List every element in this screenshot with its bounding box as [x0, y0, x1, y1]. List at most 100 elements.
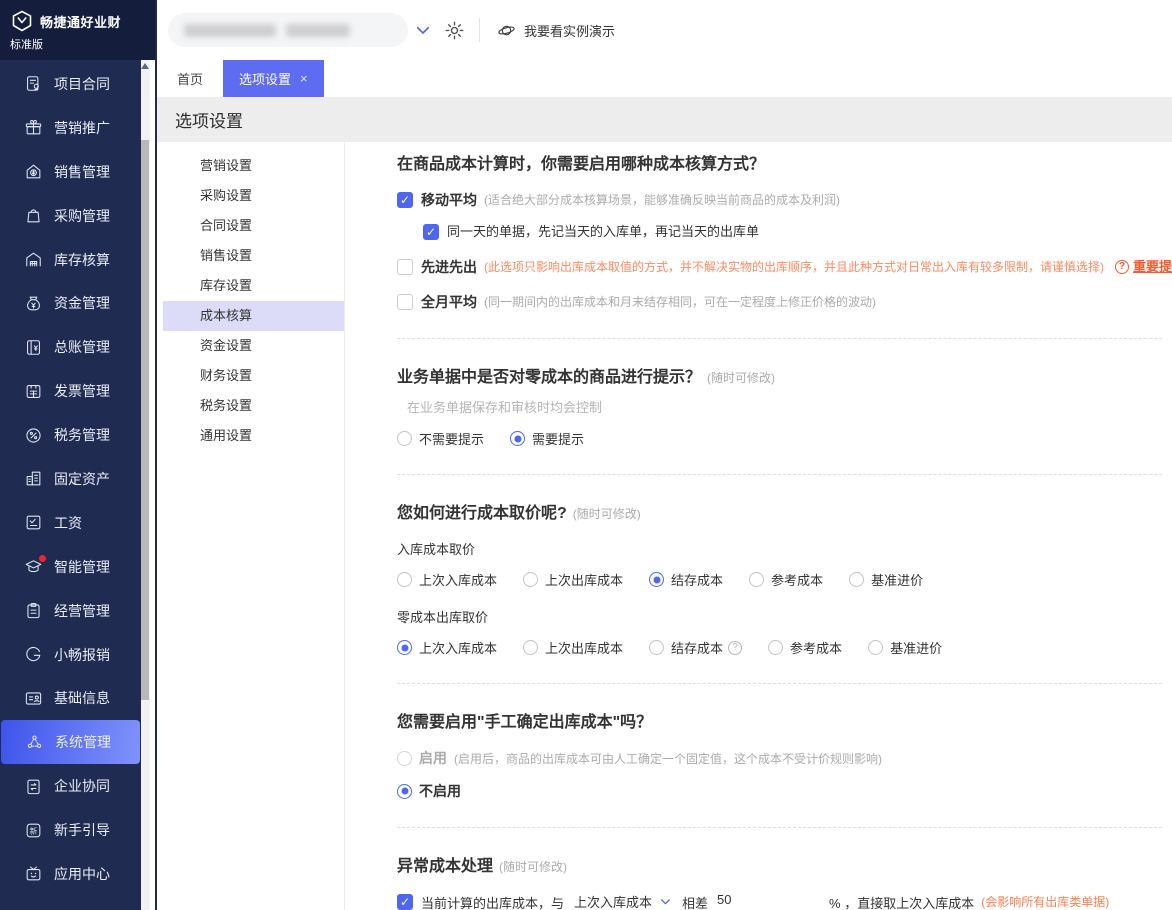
tab-bar: 首页 选项设置 × [157, 60, 1172, 97]
checkbox-cost-method-1[interactable]: ✓ [423, 224, 439, 240]
radio-icon[interactable] [523, 640, 539, 655]
radio-group: 上次入库成本 上次出库成本 结存成本? 参考成本 基准进价 [397, 638, 1162, 657]
important-tip-link[interactable]: ? 重要提示 [1115, 257, 1172, 277]
sidebar-item-ledger[interactable]: 总账管理 [0, 325, 141, 369]
radio-icon[interactable] [768, 640, 784, 655]
account-selector[interactable] [168, 13, 408, 47]
settings-nav-item-8[interactable]: 税务设置 [163, 391, 344, 421]
radio-label: 需要提示 [532, 432, 585, 447]
section-hint: (随时可修改) [572, 507, 641, 521]
abnormal-cost-rule-row: ✓ 当前计算的出库成本，与上次入库成本 相差 % ，直接取上次入库成本 (会影响所有出库… [397, 892, 1162, 910]
sidebar-item-base-info[interactable]: 基础信息 [0, 676, 141, 720]
radio-selected-icon[interactable] [649, 572, 665, 587]
radio-selected-icon[interactable] [510, 431, 526, 446]
option-warning-note: (此选项只影响出库成本取值的方式，并不解决实物的出库顺序，并且此种方式对日常出入… [484, 260, 1104, 274]
radio-option-cost-pricing-3[interactable]: 参考成本 [768, 638, 842, 657]
topbar-divider [479, 18, 480, 42]
settings-nav-item-4[interactable]: 库存设置 [163, 271, 344, 301]
tab-options-settings[interactable]: 选项设置 × [223, 60, 324, 97]
radio-icon[interactable] [523, 572, 539, 587]
sidebar-item-inventory[interactable]: 库存核算 [0, 238, 141, 282]
guide-icon: 新 [24, 821, 43, 840]
sidebar-item-operations[interactable]: 经营管理 [0, 589, 141, 633]
sidebar-item-label: 经营管理 [54, 602, 110, 619]
sidebar-item-marketing[interactable]: 营销推广 [0, 106, 141, 150]
sidebar-item-project-contract[interactable]: 项目合同 [0, 62, 141, 106]
sidebar-item-payroll[interactable]: 工资 [0, 501, 141, 545]
radio-option-manual-cost-1[interactable]: 不启用 [397, 781, 1162, 801]
option-row: 先进先出 (此选项只影响出库成本取值的方式，并不解决实物的出库顺序，并且此种方式对… [397, 257, 1172, 277]
settings-nav-item-6[interactable]: 资金设置 [163, 331, 344, 361]
radio-option-cost-pricing-0[interactable]: 上次入库成本 [397, 638, 497, 657]
page-title-bar: 选项设置 [157, 97, 1172, 142]
radio-option-cost-pricing-2[interactable]: 结存成本? [649, 638, 743, 657]
help-icon[interactable]: ? [728, 640, 743, 655]
settings-nav-item-0[interactable]: 营销设置 [163, 151, 344, 181]
demo-link[interactable]: 我要看实例演示 [497, 21, 615, 40]
sidebar-item-reimburse[interactable]: 小畅报销 [0, 633, 141, 677]
tax-icon [24, 426, 43, 445]
app-window: 畅捷通好业财 标准版 项目合同 营销推广 销售管理 采购管理 库存核算 资金管理 总账管理发… [0, 0, 1172, 910]
tab-close-icon[interactable]: × [300, 71, 308, 86]
option-label[interactable]: 同一天的单据，先记当天的入库单，再记当天的出库单 [447, 222, 759, 242]
chevron-down-icon[interactable] [414, 21, 432, 39]
radio-option-cost-pricing-0[interactable]: 上次入库成本 [397, 570, 497, 589]
radio-icon[interactable] [397, 431, 412, 446]
radio-icon[interactable] [868, 640, 884, 655]
option-label[interactable]: 先进先出 [421, 257, 477, 277]
radio-icon[interactable] [397, 750, 412, 766]
radio-option-cost-pricing-4[interactable]: 基准进价 [849, 570, 923, 589]
sidebar-item-fixed-assets[interactable]: 固定资产 [0, 457, 141, 501]
sidebar-item-invoice[interactable]: 发票管理 [0, 369, 141, 413]
sidebar-item-system[interactable]: 系统管理 [1, 720, 140, 765]
radio-icon[interactable] [849, 572, 865, 587]
sidebar-item-smart[interactable]: 智能管理 [0, 545, 141, 589]
checkbox-cost-method-0[interactable]: ✓ [397, 192, 413, 208]
radio-option-cost-pricing-1[interactable]: 上次出库成本 [523, 638, 623, 657]
sidebar-item-app-center[interactable]: 应用中心 [0, 852, 141, 896]
sidebar-item-collab[interactable]: 企业协同 [0, 764, 141, 808]
settings-section-abnormal-cost: 异常成本处理 (随时可修改) ✓ 当前计算的出库成本，与上次入库成本 相差 % ，直接取上… [397, 852, 1162, 910]
radio-option-zero-cost-prompt-0[interactable]: 不需要提示 [397, 429, 484, 448]
radio-label: 上次入库成本 [419, 641, 498, 656]
tab-home[interactable]: 首页 [157, 60, 223, 97]
sidebar-item-tax[interactable]: 税务管理 [0, 413, 141, 457]
difference-percent-input[interactable] [715, 892, 802, 910]
cost-basis-dropdown[interactable]: 上次入库成本 [571, 892, 675, 910]
radio-option-zero-cost-prompt-1[interactable]: 需要提示 [510, 429, 584, 448]
sidebar-scrollbar[interactable] [141, 60, 150, 910]
radio-option-cost-pricing-3[interactable]: 参考成本 [749, 570, 823, 589]
radio-option-cost-pricing-2[interactable]: 结存成本 [649, 570, 723, 589]
settings-nav-item-2[interactable]: 合同设置 [163, 211, 344, 241]
sidebar-item-label: 项目合同 [54, 75, 110, 92]
radio-icon[interactable] [397, 572, 412, 587]
sidebar-item-guide[interactable]: 新 新手引导 [0, 808, 141, 852]
gear-icon[interactable] [444, 20, 465, 41]
settings-nav-item-1[interactable]: 采购设置 [163, 181, 344, 211]
settings-nav-item-9[interactable]: 通用设置 [163, 421, 344, 451]
radio-option-cost-pricing-4[interactable]: 基准进价 [868, 638, 942, 657]
radio-icon[interactable] [749, 572, 765, 587]
checkbox-abnormal-cost-0[interactable]: ✓ [397, 894, 413, 910]
radio-group: 上次入库成本 上次出库成本 结存成本 参考成本 基准进价 [397, 570, 1162, 589]
checkbox-cost-method-3[interactable] [397, 294, 413, 310]
radio-selected-icon[interactable] [397, 640, 412, 655]
important-tip-icon[interactable]: ? [1115, 260, 1129, 274]
scroll-up-arrow-icon[interactable] [141, 63, 149, 69]
checkbox-cost-method-2[interactable] [397, 259, 413, 275]
settings-nav-item-3[interactable]: 销售设置 [163, 241, 344, 271]
sales-icon [24, 162, 43, 181]
tab-label: 首页 [177, 72, 204, 87]
sidebar-item-sales[interactable]: 销售管理 [0, 150, 141, 194]
settings-nav-item-5[interactable]: 成本核算 [163, 301, 344, 331]
radio-option-cost-pricing-1[interactable]: 上次出库成本 [523, 570, 623, 589]
sidebar-item-funds[interactable]: 资金管理 [0, 281, 141, 325]
settings-nav-item-7[interactable]: 财务设置 [163, 361, 344, 391]
radio-icon[interactable] [649, 640, 665, 655]
sidebar-scrollbar-thumb[interactable] [141, 140, 149, 700]
radio-option-manual-cost-0[interactable]: 启用 (启用后，商品的出库成本可由人工确定一个固定值，这个成本不受计价规则影响) [397, 748, 1162, 768]
option-label[interactable]: 移动平均 [421, 190, 477, 210]
radio-selected-icon[interactable] [397, 783, 412, 799]
sidebar-item-purchase[interactable]: 采购管理 [0, 194, 141, 238]
option-label[interactable]: 全月平均 [421, 292, 477, 312]
